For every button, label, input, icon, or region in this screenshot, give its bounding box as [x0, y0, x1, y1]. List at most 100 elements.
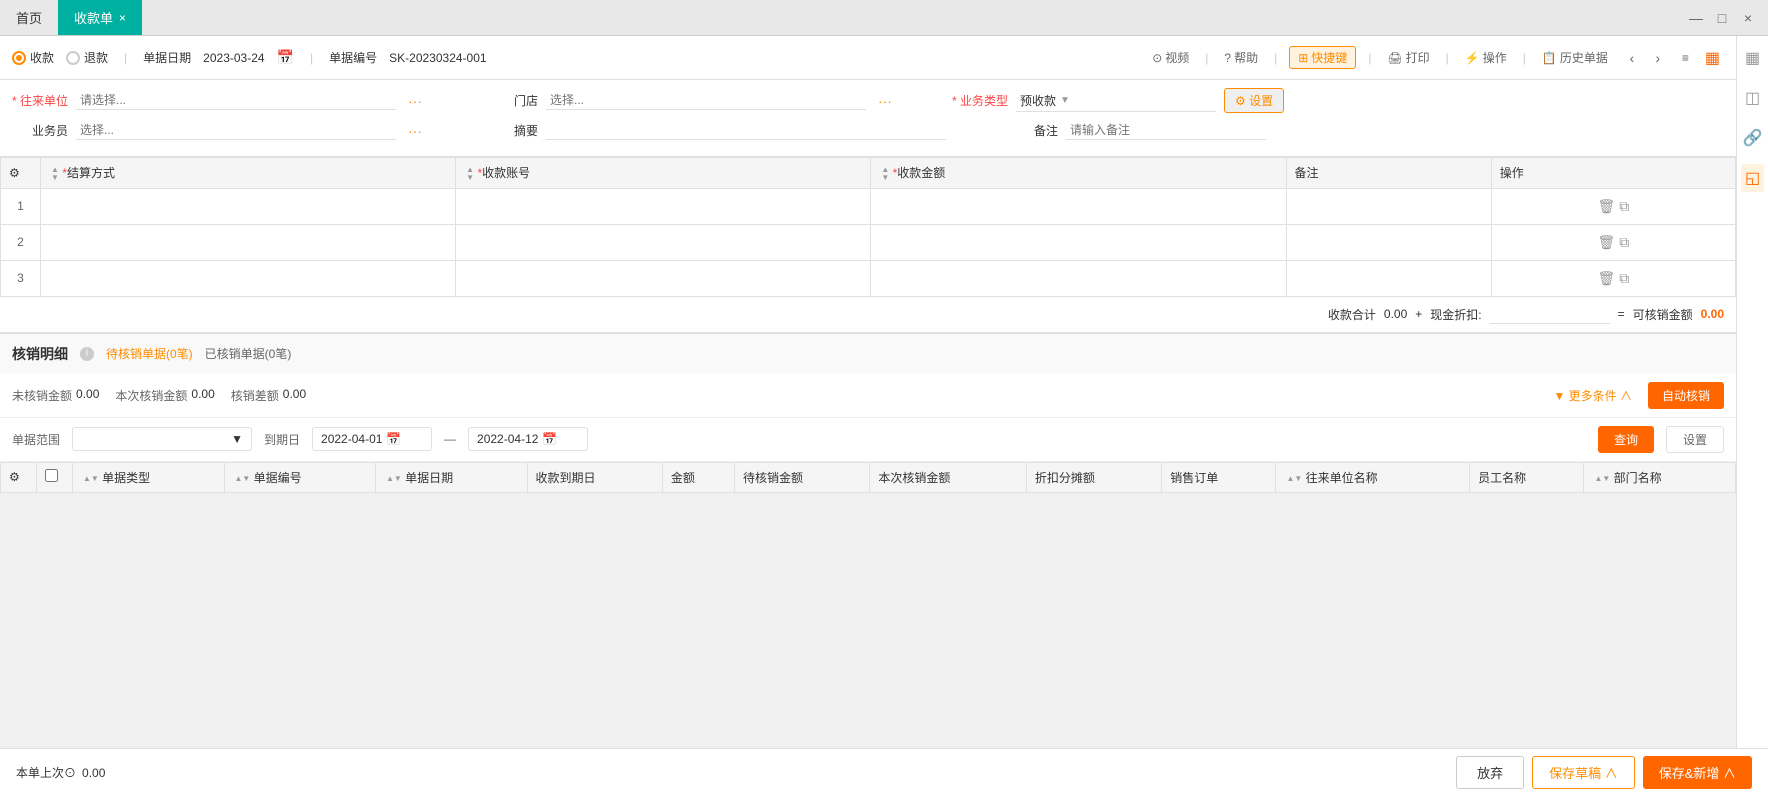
col-discount: 折扣分摊额: [1026, 462, 1161, 492]
range-select[interactable]: ▼: [72, 427, 252, 451]
refund-radio-circle: [66, 51, 80, 65]
cell-remark-1[interactable]: [1286, 188, 1491, 224]
calendar-from-icon: 📅: [386, 432, 401, 446]
gear-icon[interactable]: ⚙: [9, 166, 20, 180]
delete-icon-1[interactable]: 🗑: [1598, 198, 1616, 215]
settings-btn[interactable]: ⚙ 设置: [1224, 88, 1284, 113]
save-btn[interactable]: 保存&新增 ∧: [1643, 756, 1752, 789]
receipt-refund-group: 收款 退款: [12, 49, 108, 66]
receipt-radio[interactable]: 收款: [12, 49, 54, 66]
unverified-stat: 未核销金额 0.00: [12, 387, 99, 404]
cell-remark-3[interactable]: [1286, 260, 1491, 296]
more-filter-btn[interactable]: ▼ 更多条件 ∧: [1553, 387, 1632, 404]
toolbar-right: ⊙ 视频 | ? 帮助 | ⊞ 快捷键 | 🖨 打印 | ⚡ 操作: [1148, 46, 1724, 70]
maximize-btn[interactable]: □: [1710, 6, 1734, 30]
tab-current[interactable]: 收款单 ×: [58, 0, 142, 35]
bottom-settings-col[interactable]: ⚙: [1, 462, 37, 492]
footer-actions: 放弃 保存草稿 ∧ 保存&新增 ∧: [1456, 756, 1752, 789]
cell-amount-1[interactable]: [871, 188, 1286, 224]
bottom-gear-icon[interactable]: ⚙: [9, 470, 20, 484]
unverified-value: 0.00: [76, 387, 99, 404]
form-row-1: * 往来单位 ··· 门店 ··· * 业务类型 预收款 ▼ ⚙ 设置: [12, 88, 1724, 113]
select-all-checkbox[interactable]: [45, 469, 58, 482]
date-from-value: 2022-04-01: [321, 432, 382, 446]
prev-btn[interactable]: ‹: [1620, 46, 1644, 70]
col-settlement: ▲▼ *结算方式: [41, 158, 456, 189]
checkbox-col[interactable]: [37, 462, 73, 492]
refund-radio[interactable]: 退款: [66, 49, 108, 66]
auto-verify-btn[interactable]: 自动核销: [1648, 382, 1724, 409]
row-actions-2: 🗑 ⧉: [1500, 234, 1727, 251]
cell-settlement-2[interactable]: [41, 224, 456, 260]
form-area: * 往来单位 ··· 门店 ··· * 业务类型 预收款 ▼ ⚙ 设置 业务员 …: [0, 80, 1736, 157]
help-btn[interactable]: ? 帮助: [1220, 47, 1262, 68]
col-amount: ▲▼ *收款金额: [871, 158, 1286, 189]
sidebar-corner-icon[interactable]: ◱: [1741, 164, 1764, 192]
history-btn[interactable]: 📋 历史单据: [1538, 47, 1612, 68]
cell-account-1[interactable]: [456, 188, 871, 224]
salesman-more-btn[interactable]: ···: [404, 123, 426, 139]
tab-home[interactable]: 首页: [0, 0, 58, 35]
cell-settlement-1[interactable]: [41, 188, 456, 224]
close-btn[interactable]: ×: [1736, 6, 1760, 30]
abandon-btn[interactable]: 放弃: [1456, 756, 1524, 789]
store-more-btn[interactable]: ···: [874, 93, 896, 109]
stats-row: 未核销金额 0.00 本次核销金额 0.00 核销差额 0.00 ▼ 更多条件 …: [0, 374, 1736, 418]
salesman-input[interactable]: [76, 121, 396, 140]
salesman-label: 业务员: [12, 122, 68, 139]
info-icon[interactable]: i: [80, 347, 94, 361]
done-tab[interactable]: 已核销单据(0笔): [205, 345, 292, 362]
shortcut-btn[interactable]: ⊞ 快捷键: [1289, 46, 1356, 69]
business-type-dropdown[interactable]: 预收款 ▼: [1016, 90, 1216, 112]
summary-row: 收款合计 0.00 + 现金折扣: = 可核销金额 0.00: [0, 297, 1736, 333]
layout-btn[interactable]: ≡: [1678, 49, 1693, 67]
col-amount: 金额: [662, 462, 734, 492]
date-from-picker[interactable]: 2022-04-01 📅: [312, 427, 432, 451]
cell-amount-3[interactable]: [871, 260, 1286, 296]
receipt-radio-circle: [12, 51, 26, 65]
counterpart-input[interactable]: [76, 91, 396, 110]
summary-input[interactable]: [546, 121, 946, 140]
set-btn[interactable]: 设置: [1666, 426, 1724, 453]
calendar-icon[interactable]: 📅: [277, 49, 294, 66]
discount-input[interactable]: [1490, 305, 1610, 324]
print-btn[interactable]: 🖨 打印: [1383, 47, 1433, 68]
row-actions-1: 🗑 ⧉: [1500, 198, 1727, 215]
draft-btn[interactable]: 保存草稿 ∧: [1532, 756, 1635, 789]
video-btn[interactable]: ⊙ 视频: [1148, 47, 1193, 68]
copy-icon-2[interactable]: ⧉: [1619, 234, 1629, 251]
delete-icon-3[interactable]: 🗑: [1598, 270, 1616, 287]
tab-close-btn[interactable]: ×: [119, 11, 126, 25]
sidebar-link-icon[interactable]: 🔗: [1739, 124, 1767, 152]
cell-settlement-3[interactable]: [41, 260, 456, 296]
copy-icon-3[interactable]: ⧉: [1619, 270, 1629, 287]
remark-input[interactable]: [1066, 121, 1266, 140]
pending-tab[interactable]: 待核销单据(0笔): [106, 345, 193, 362]
available-label: 可核销金额: [1633, 306, 1693, 323]
col-account: ▲▼ *收款账号: [456, 158, 871, 189]
date-to-picker[interactable]: 2022-04-12 📅: [468, 427, 588, 451]
table-row: 3 🗑 ⧉: [1, 260, 1736, 296]
cell-account-3[interactable]: [456, 260, 871, 296]
bottom-label: 本单上次⊙: [16, 764, 76, 781]
counterpart-more-btn[interactable]: ···: [404, 93, 426, 109]
store-input[interactable]: [546, 91, 866, 110]
total-value: 0.00: [1384, 307, 1407, 321]
minimize-btn[interactable]: —: [1684, 6, 1708, 30]
sidebar-table-icon[interactable]: ▦: [1741, 44, 1764, 72]
cell-account-2[interactable]: [456, 224, 871, 260]
operation-btn[interactable]: ⚡ 操作: [1461, 47, 1511, 68]
sidebar-doc-icon[interactable]: ◫: [1741, 84, 1764, 112]
equals-sign: =: [1618, 307, 1625, 321]
delete-icon-2[interactable]: 🗑: [1598, 234, 1616, 251]
cell-remark-2[interactable]: [1286, 224, 1491, 260]
query-btn[interactable]: 查询: [1598, 426, 1654, 453]
copy-icon-1[interactable]: ⧉: [1619, 198, 1629, 215]
next-btn[interactable]: ›: [1646, 46, 1670, 70]
col-pending: 待核销金额: [734, 462, 869, 492]
table-row: 2 🗑 ⧉: [1, 224, 1736, 260]
more-btn[interactable]: ▦: [1701, 46, 1724, 70]
diff-value: 0.00: [283, 387, 306, 404]
cell-amount-2[interactable]: [871, 224, 1286, 260]
table-settings-col[interactable]: ⚙: [1, 158, 41, 189]
